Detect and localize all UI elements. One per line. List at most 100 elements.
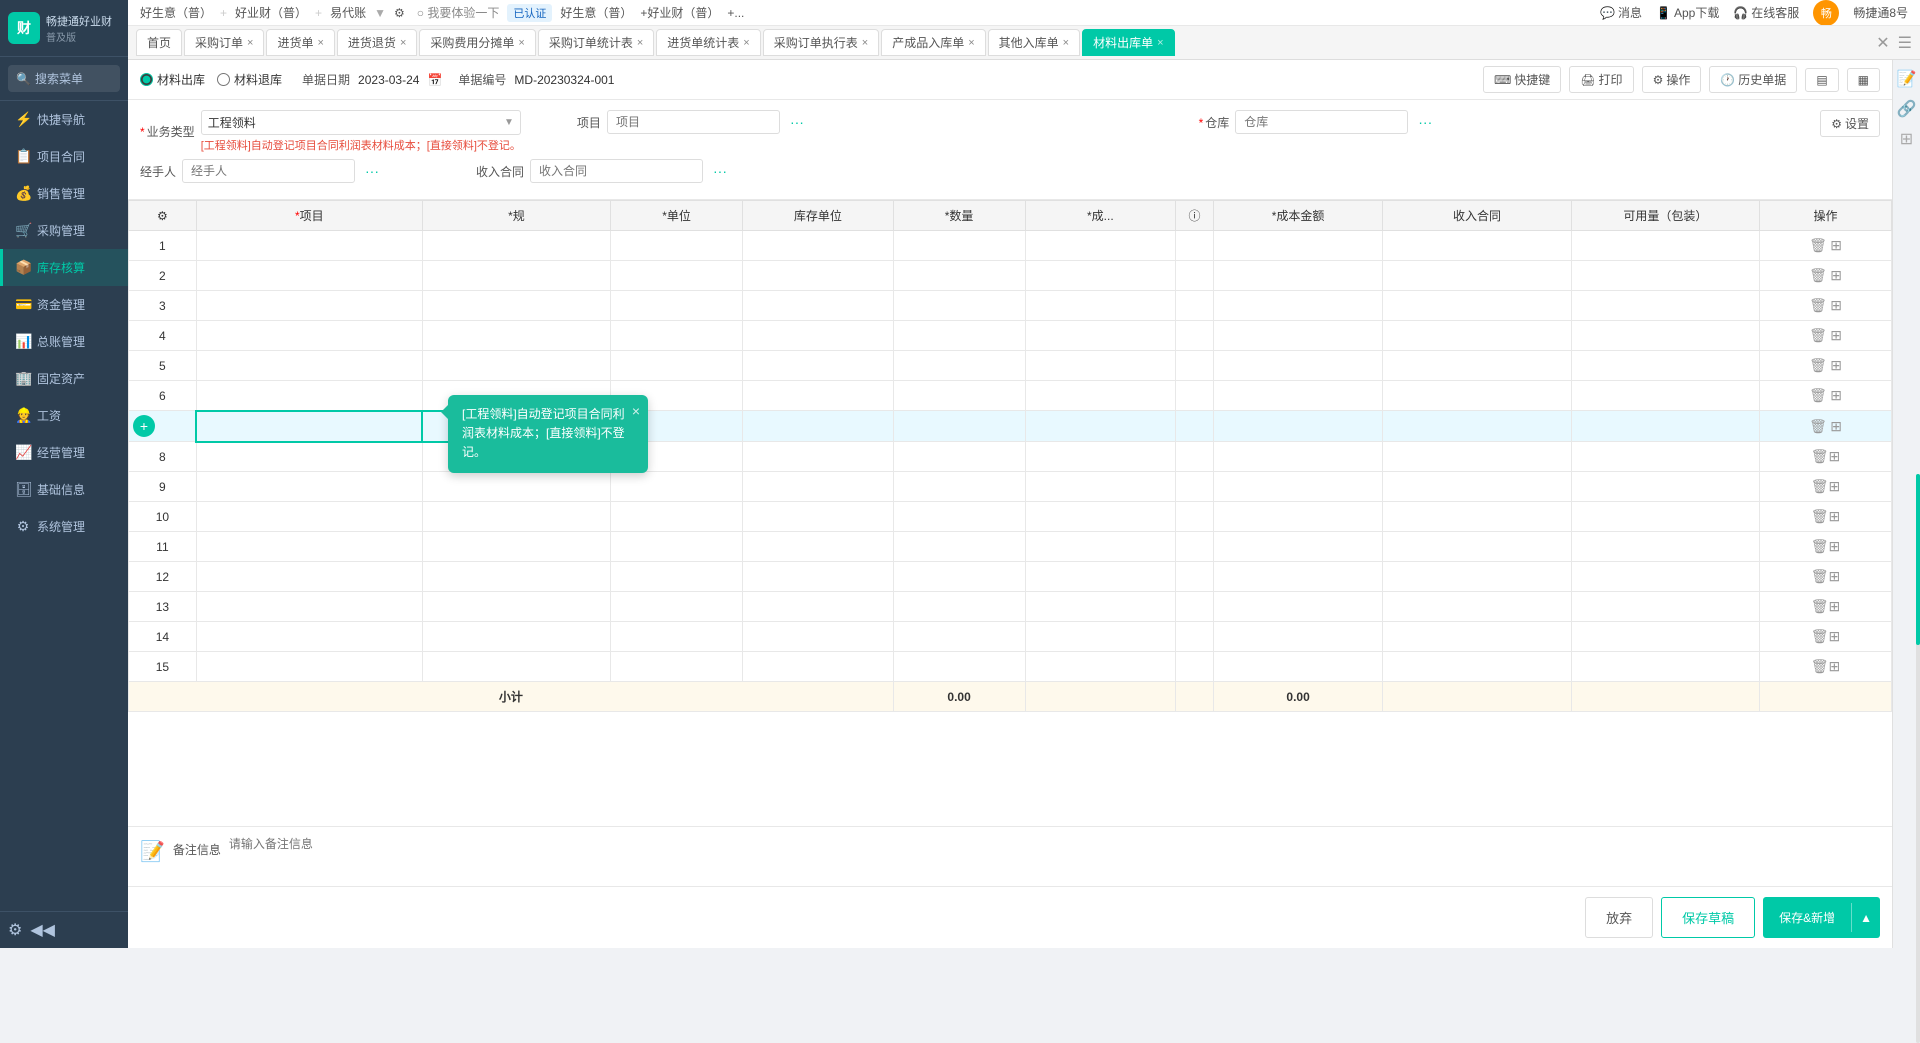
- sidebar-item-operations[interactable]: 📈 经营管理: [0, 434, 128, 471]
- tab-close-purchase-expense[interactable]: ×: [518, 37, 524, 49]
- tab-close-purchase-order[interactable]: ×: [247, 37, 253, 49]
- app-download-button[interactable]: 📱 App下载: [1656, 4, 1719, 21]
- tab-bar-close-icon[interactable]: ✕: [1876, 33, 1889, 53]
- sidebar-item-payroll[interactable]: 👷 工资: [0, 397, 128, 434]
- row-item-5[interactable]: [196, 351, 422, 381]
- save-new-button[interactable]: 保存&新增 ▲: [1763, 897, 1880, 938]
- row-income-1[interactable]: [1383, 231, 1571, 261]
- tab-inbound-return[interactable]: 进货退货×: [337, 29, 417, 56]
- warehouse-dots-icon[interactable]: ···: [1418, 114, 1432, 130]
- radio-material-out[interactable]: 材料出库: [140, 71, 205, 88]
- message-button[interactable]: 💬 消息: [1600, 4, 1642, 21]
- row-income-4[interactable]: [1383, 321, 1571, 351]
- delete-row-9[interactable]: 🗑: [1811, 478, 1829, 495]
- save-draft-button[interactable]: 保存草稿: [1661, 897, 1755, 938]
- tab-close-purchase-exec[interactable]: ×: [862, 37, 868, 49]
- shortcut-button[interactable]: ⌨ 快捷键: [1483, 66, 1561, 93]
- settings-icon[interactable]: ⚙: [394, 6, 405, 20]
- project-dots-icon[interactable]: ···: [790, 114, 804, 130]
- copy-row-13[interactable]: ⊞: [1829, 598, 1841, 615]
- list-view-button[interactable]: ▤: [1805, 68, 1838, 92]
- announce-item-1[interactable]: 好生意（普）: [140, 4, 212, 21]
- delete-row-14[interactable]: 🗑: [1811, 628, 1829, 645]
- sidebar-item-finance[interactable]: 💳 资金管理: [0, 286, 128, 323]
- sidebar-item-ledger[interactable]: 📊 总账管理: [0, 323, 128, 360]
- row-income-6[interactable]: [1383, 381, 1571, 411]
- row-item-3[interactable]: [196, 291, 422, 321]
- sidebar-item-fixed-assets[interactable]: 🏢 固定资产: [0, 360, 128, 397]
- row-ic-8[interactable]: [1383, 442, 1571, 472]
- row-income-2[interactable]: [1383, 261, 1571, 291]
- sidebar-item-system[interactable]: ⚙ 系统管理: [0, 508, 128, 545]
- tab-purchase-exec[interactable]: 采购订单执行表×: [763, 29, 879, 56]
- tab-other-inbound[interactable]: 其他入库单×: [988, 29, 1080, 56]
- row-cost-7[interactable]: [1025, 411, 1176, 442]
- tab-purchase-expense[interactable]: 采购费用分摊单×: [419, 29, 535, 56]
- tab-close-other-inbound[interactable]: ×: [1063, 37, 1069, 49]
- right-panel-grid-icon[interactable]: ⊞: [1896, 128, 1918, 150]
- user-avatar[interactable]: 畅: [1813, 0, 1839, 26]
- copy-row-12[interactable]: ⊞: [1829, 568, 1841, 585]
- row-cost-amount-5[interactable]: [1213, 351, 1383, 381]
- row-cost-6[interactable]: [1025, 381, 1176, 411]
- row-qty-8[interactable]: [893, 442, 1025, 472]
- delete-row-7[interactable]: 🗑: [1809, 418, 1827, 435]
- copy-row-4[interactable]: ⊞: [1830, 327, 1842, 344]
- row-spec-1[interactable]: [422, 231, 610, 261]
- business-type-select[interactable]: 工程领料 ▼: [201, 110, 521, 135]
- announce-item-3[interactable]: 易代账: [330, 4, 366, 21]
- announce-more-icon[interactable]: ▼: [374, 6, 386, 20]
- copy-row-10[interactable]: ⊞: [1829, 508, 1841, 525]
- announce-item-6[interactable]: +...: [727, 6, 744, 20]
- announce-item-5[interactable]: +好业财（普）: [640, 4, 719, 21]
- tab-close-material-outbound[interactable]: ×: [1157, 37, 1163, 49]
- print-button[interactable]: 🖨 打印: [1569, 66, 1633, 93]
- handler-input[interactable]: [182, 159, 355, 183]
- sidebar-item-inventory[interactable]: 📦 库存核算: [0, 249, 128, 286]
- row-qty-5[interactable]: [893, 351, 1025, 381]
- sidebar-item-basic-info[interactable]: 🗄 基础信息: [0, 471, 128, 508]
- tab-close-inbound-return[interactable]: ×: [400, 37, 406, 49]
- row-cost-amount-7[interactable]: [1213, 411, 1383, 442]
- sidebar-item-sales[interactable]: 💰 销售管理: [0, 175, 128, 212]
- discard-button[interactable]: 放弃: [1585, 897, 1653, 938]
- delete-row-4[interactable]: 🗑: [1809, 327, 1827, 344]
- copy-row-6[interactable]: ⊞: [1830, 387, 1842, 404]
- copy-row-7[interactable]: ⊞: [1830, 418, 1842, 435]
- tab-close-inbound-stats[interactable]: ×: [743, 37, 749, 49]
- tab-close-finished-goods[interactable]: ×: [968, 37, 974, 49]
- history-button[interactable]: 🕐 历史单据: [1709, 66, 1797, 93]
- row-cost-5[interactable]: [1025, 351, 1176, 381]
- row-cost-amount-1[interactable]: [1213, 231, 1383, 261]
- copy-row-11[interactable]: ⊞: [1829, 538, 1841, 555]
- search-menu-button[interactable]: 🔍 搜索菜单: [8, 65, 120, 92]
- row-unit-5[interactable]: [611, 351, 743, 381]
- row-cost-amount-3[interactable]: [1213, 291, 1383, 321]
- tab-bar-menu-icon[interactable]: ☰: [1898, 33, 1912, 53]
- row-qty-2[interactable]: [893, 261, 1025, 291]
- right-panel-edit-icon[interactable]: 📝: [1896, 68, 1918, 90]
- right-panel-link-icon[interactable]: 🔗: [1896, 98, 1918, 120]
- row-income-5[interactable]: [1383, 351, 1571, 381]
- copy-row-9[interactable]: ⊞: [1829, 478, 1841, 495]
- row-unit-3[interactable]: [611, 291, 743, 321]
- settings-button[interactable]: ⚙ 设置: [1820, 110, 1880, 137]
- row-ca-8[interactable]: [1213, 442, 1383, 472]
- save-new-dropdown-arrow[interactable]: ▲: [1852, 905, 1880, 931]
- row-cost-3[interactable]: [1025, 291, 1176, 321]
- income-contract-dots-icon[interactable]: ···: [713, 163, 727, 179]
- row-qty-7[interactable]: [893, 411, 1025, 442]
- calendar-icon[interactable]: 📅: [427, 73, 442, 87]
- handler-dots-icon[interactable]: ···: [365, 163, 379, 179]
- row-qty-3[interactable]: [893, 291, 1025, 321]
- row-qty-6[interactable]: [893, 381, 1025, 411]
- online-service-button[interactable]: 🎧 在线客服: [1733, 4, 1799, 21]
- row-spec-3[interactable]: [422, 291, 610, 321]
- delete-row-8[interactable]: 🗑: [1811, 448, 1829, 465]
- tooltip-close-button[interactable]: ×: [632, 400, 640, 422]
- row-income-3[interactable]: [1383, 291, 1571, 321]
- delete-row-6[interactable]: 🗑: [1809, 387, 1827, 404]
- tab-material-outbound[interactable]: 材料出库单×: [1082, 29, 1174, 56]
- copy-row-2[interactable]: ⊞: [1830, 267, 1842, 284]
- row-item-6[interactable]: [196, 381, 422, 411]
